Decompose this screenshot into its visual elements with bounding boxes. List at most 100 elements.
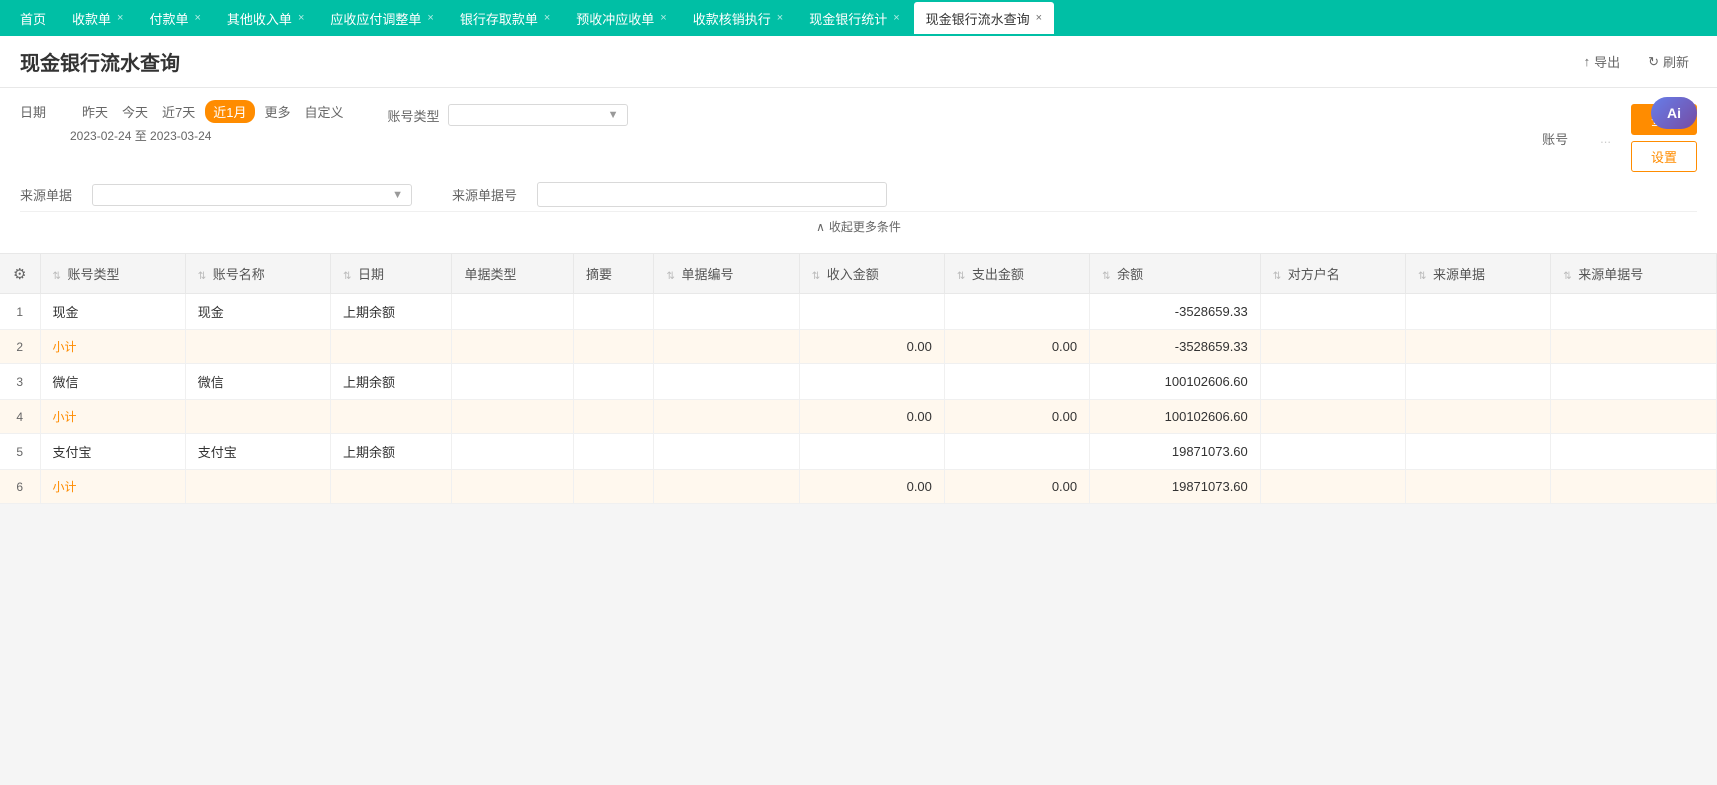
top-navigation: 首页 收款单 × 付款单 × 其他收入单 × 应收应付调整单 × 银行存取款单 … — [0, 0, 1717, 36]
sort-arrows-icon: ⇅ — [1102, 271, 1110, 282]
account-type-label: 账号类型 — [388, 106, 440, 125]
nav-tab-shoukuan-hexiao[interactable]: 收款核销执行 × — [681, 2, 795, 34]
cell-date — [330, 330, 452, 364]
cell-expense — [944, 364, 1089, 400]
cell-account-type: 小计 — [40, 470, 185, 504]
account-type-select[interactable]: ▼ — [448, 104, 628, 126]
table-row: 2 小计 0.00 0.00 -3528659.33 — [0, 330, 1717, 364]
col-date[interactable]: ⇅ 日期 — [330, 254, 452, 294]
ai-button[interactable]: Ai — [1651, 97, 1697, 129]
nav-tab-shoukuan[interactable]: 收款单 × — [60, 2, 135, 34]
source-doc-select[interactable]: ▼ — [92, 184, 412, 206]
cell-balance: -3528659.33 — [1090, 330, 1261, 364]
source-doc-num-input[interactable] — [537, 182, 887, 207]
cell-counterpart — [1260, 400, 1405, 434]
cell-expense: 0.00 — [944, 470, 1089, 504]
cell-counterpart — [1260, 364, 1405, 400]
cell-account-name: 现金 — [185, 294, 330, 330]
col-doc-number[interactable]: ⇅ 单据编号 — [654, 254, 799, 294]
cell-account-type: 支付宝 — [40, 434, 185, 470]
cell-expense — [944, 294, 1089, 330]
sort-arrows-icon: ⇅ — [1418, 271, 1426, 282]
date-filter-label: 日期 — [20, 102, 70, 121]
date-option-7days[interactable]: 近7天 — [158, 100, 199, 123]
row-num: 4 — [0, 400, 40, 434]
nav-tab-liushui[interactable]: 现金银行流水查询 × — [914, 2, 1054, 34]
header-actions: ↑ 导出 ↻ 刷新 — [1576, 48, 1697, 75]
date-range-display: 2023-02-24 至 2023-03-24 — [70, 127, 348, 144]
cell-doc-type — [452, 330, 574, 364]
cell-expense: 0.00 — [944, 400, 1089, 434]
date-option-yesterday[interactable]: 昨天 — [78, 100, 112, 123]
col-summary[interactable]: 摘要 — [573, 254, 654, 294]
close-icon[interactable]: × — [117, 12, 123, 24]
dropdown-arrow-icon: ▼ — [608, 109, 619, 121]
sort-arrows-icon: ⇅ — [1563, 271, 1571, 282]
cell-source-doc — [1406, 400, 1551, 434]
nav-home[interactable]: 首页 — [8, 2, 58, 34]
nav-tab-yinhang[interactable]: 银行存取款单 × — [448, 2, 562, 34]
row-num: 3 — [0, 364, 40, 400]
sort-arrows-icon: ⇅ — [53, 271, 61, 282]
date-option-more[interactable]: 更多 — [261, 100, 295, 123]
col-settings[interactable]: ⚙ — [0, 254, 40, 294]
date-option-custom[interactable]: 自定义 — [301, 100, 348, 123]
cell-balance: 100102606.60 — [1090, 400, 1261, 434]
col-expense[interactable]: ⇅ 支出金额 — [944, 254, 1089, 294]
cell-source-doc — [1406, 470, 1551, 504]
col-account-type[interactable]: ⇅ 账号类型 — [40, 254, 185, 294]
col-source-doc-num[interactable]: ⇅ 来源单据号 — [1551, 254, 1717, 294]
close-icon[interactable]: × — [660, 12, 666, 24]
export-button[interactable]: ↑ 导出 — [1576, 48, 1629, 75]
close-icon[interactable]: × — [893, 12, 899, 24]
close-icon[interactable]: × — [427, 12, 433, 24]
dropdown-arrow-icon: ▼ — [392, 189, 403, 201]
refresh-button[interactable]: ↻ 刷新 — [1640, 48, 1697, 75]
cell-counterpart — [1260, 294, 1405, 330]
source-doc-filter-row: 来源单据 ▼ 来源单据号 — [20, 182, 1697, 207]
nav-tab-fukuan[interactable]: 付款单 × — [137, 2, 212, 34]
account-more-icon[interactable]: ... — [1600, 131, 1611, 146]
row-num: 2 — [0, 330, 40, 364]
col-income[interactable]: ⇅ 收入金额 — [799, 254, 944, 294]
table-header-row: ⚙ ⇅ 账号类型 ⇅ 账号名称 ⇅ 日期 单据类型 摘要 — [0, 254, 1717, 294]
row-num: 5 — [0, 434, 40, 470]
date-option-today[interactable]: 今天 — [118, 100, 152, 123]
nav-tab-tongji[interactable]: 现金银行统计 × — [797, 2, 911, 34]
col-account-name[interactable]: ⇅ 账号名称 — [185, 254, 330, 294]
sort-arrows-icon: ⇅ — [812, 271, 820, 282]
date-option-1month[interactable]: 近1月 — [205, 100, 254, 123]
nav-tab-yingshou[interactable]: 应收应付调整单 × — [318, 2, 445, 34]
nav-tab-yushou[interactable]: 预收冲应收单 × — [564, 2, 678, 34]
sort-arrows-icon: ⇅ — [1273, 271, 1281, 282]
close-icon[interactable]: × — [544, 12, 550, 24]
cell-doc-type — [452, 470, 574, 504]
col-source-doc[interactable]: ⇅ 来源单据 — [1406, 254, 1551, 294]
close-icon[interactable]: × — [194, 12, 200, 24]
col-balance[interactable]: ⇅ 余额 — [1090, 254, 1261, 294]
cell-account-name — [185, 400, 330, 434]
col-doc-type[interactable]: 单据类型 — [452, 254, 574, 294]
cell-doc-type — [452, 364, 574, 400]
cell-balance: 19871073.60 — [1090, 434, 1261, 470]
cell-summary — [573, 400, 654, 434]
row-num: 6 — [0, 470, 40, 504]
cell-doc-number — [654, 364, 799, 400]
cell-source-doc-num — [1551, 330, 1717, 364]
cell-expense — [944, 434, 1089, 470]
close-icon[interactable]: × — [298, 12, 304, 24]
cell-doc-number — [654, 434, 799, 470]
cell-income — [799, 294, 944, 330]
cell-doc-number — [654, 330, 799, 364]
close-icon[interactable]: × — [777, 12, 783, 24]
collapse-filter-button[interactable]: ∧ 收起更多条件 — [20, 211, 1697, 241]
cell-account-name: 支付宝 — [185, 434, 330, 470]
row-num: 1 — [0, 294, 40, 330]
settings-col-icon[interactable]: ⚙ — [13, 265, 26, 283]
close-icon[interactable]: × — [1036, 12, 1042, 24]
cell-date — [330, 400, 452, 434]
nav-tab-qita[interactable]: 其他收入单 × — [215, 2, 316, 34]
settings-button[interactable]: 设置 — [1631, 141, 1697, 172]
col-counterpart[interactable]: ⇅ 对方户名 — [1260, 254, 1405, 294]
sort-arrows-icon: ⇅ — [957, 271, 965, 282]
